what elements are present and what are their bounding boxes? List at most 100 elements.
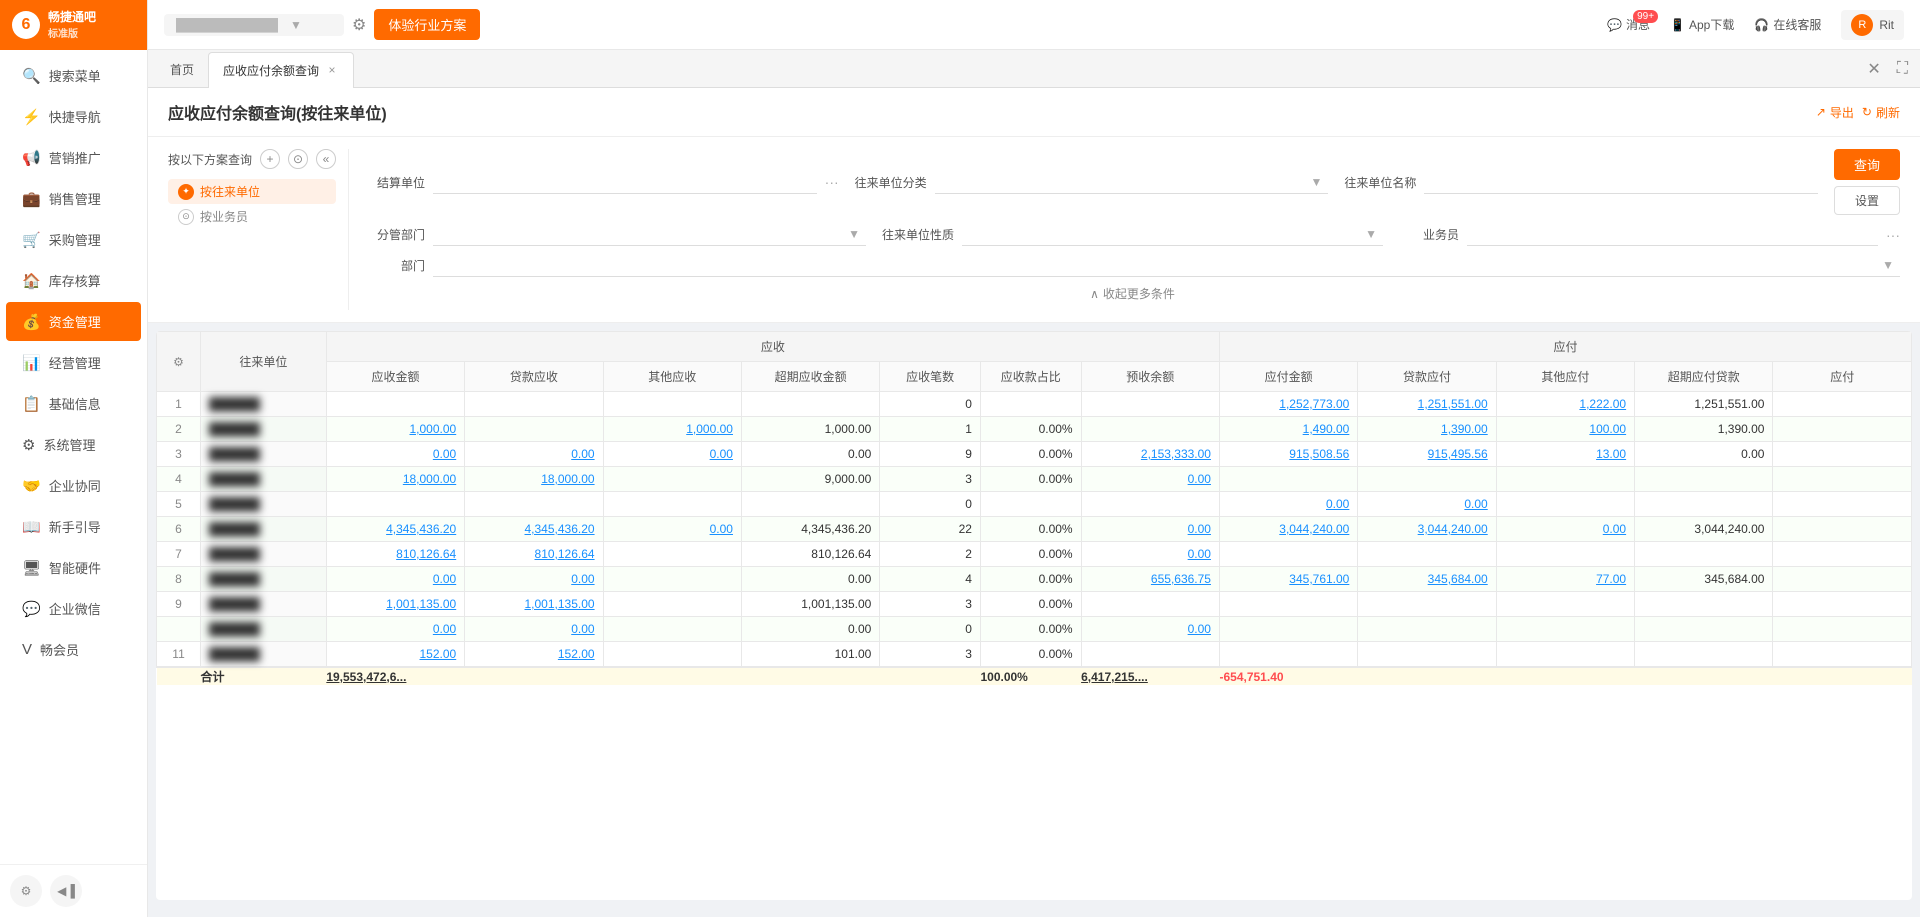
solution-button[interactable]: 体验行业方案 <box>374 9 480 40</box>
filter-jsdw-input[interactable] <box>433 171 817 194</box>
set-button[interactable]: 设置 <box>1834 186 1900 215</box>
table-sub-header: 应收金额 贷款应收 其他应收 超期应收金额 应收笔数 应收款占比 预收余额 应付… <box>157 362 1912 392</box>
filter-collapse-btn[interactable]: « <box>316 149 336 169</box>
sidebar-item-企业协同[interactable]: 🤝企业协同 <box>6 466 141 505</box>
row-ap-overdue: 0.00 <box>1635 442 1773 467</box>
salesman-icon: ⊙ <box>178 209 194 225</box>
filter-jsdw-dots[interactable]: ··· <box>825 174 839 190</box>
table-row: 8 ██████ 0.00 0.00 0.00 4 0.00% 655,636.… <box>157 567 1912 592</box>
sidebar-item-营销推广[interactable]: 📢营销推广 <box>6 138 141 177</box>
row-ap-amt <box>1219 542 1357 567</box>
row-ap-other: 77.00 <box>1496 567 1634 592</box>
row-ap-extra <box>1773 417 1912 442</box>
sidebar-collapse-btn[interactable]: ◀▐ <box>50 875 82 907</box>
tab-close-icon[interactable]: × <box>325 63 339 77</box>
row-ar-amt: 4,345,436.20 <box>326 517 464 542</box>
filter-fields: 结算单位 ··· 往来单位分类 ▼ 往来单位名称 <box>365 149 1900 310</box>
online-service-button[interactable]: 🎧 在线客服 <box>1754 16 1821 33</box>
row-ar-other: 0.00 <box>603 517 741 542</box>
row-advance <box>1081 592 1219 617</box>
sidebar-item-销售管理[interactable]: 💼销售管理 <box>6 179 141 218</box>
refresh-button[interactable]: ↻ 刷新 <box>1862 104 1900 121</box>
notice-button[interactable]: 💬 消息 99+ <box>1607 16 1650 33</box>
sidebar-item-系统管理[interactable]: ⚙系统管理 <box>6 425 141 464</box>
filter-set-icon-btn[interactable]: ⊙ <box>288 149 308 169</box>
app-logo-icon: 6 <box>12 11 40 39</box>
row-ar-amt: 1,001,135.00 <box>326 592 464 617</box>
row-partner: ██████ <box>201 567 327 592</box>
col-ap-loan: 贷款应付 <box>1358 362 1496 392</box>
sidebar-item-搜索菜单[interactable]: 🔍搜索菜单 <box>6 56 141 95</box>
tab-ar-query[interactable]: 应收应付余额查询 × <box>208 52 354 88</box>
filter-lwdwmc-input[interactable] <box>1424 171 1818 194</box>
row-partner: ██████ <box>201 442 327 467</box>
filter-add-btn[interactable]: + <box>260 149 280 169</box>
footer-advance[interactable]: 6,417,215.... <box>1081 667 1219 685</box>
sidebar-item-智能硬件[interactable]: 🖥智能硬件 <box>6 548 141 587</box>
footer-ap-other <box>1496 667 1634 685</box>
filter-ywy-dots[interactable]: ··· <box>1886 227 1900 243</box>
row-ar-ratio: 0.00% <box>980 617 1081 642</box>
filter-bm-select[interactable]: ▼ <box>433 254 1900 277</box>
filter-row-1: 结算单位 ··· 往来单位分类 ▼ 往来单位名称 <box>365 149 1900 215</box>
table-settings-icon[interactable]: ⚙ <box>170 353 188 371</box>
filter-lwdwfl: 往来单位分类 ▼ <box>855 171 1329 194</box>
filter-lwdwfl-select[interactable]: ▼ <box>935 171 1329 194</box>
row-ar-ratio <box>980 392 1081 417</box>
sidebar-item-基础信息[interactable]: 📋基础信息 <box>6 384 141 423</box>
row-ap-loan <box>1358 592 1496 617</box>
app-download-button[interactable]: 📱 App下载 <box>1670 16 1734 33</box>
sidebar-item-新手引导[interactable]: 📖新手引导 <box>6 507 141 546</box>
row-ar-count: 3 <box>880 592 981 617</box>
row-ap-other: 1,222.00 <box>1496 392 1634 417</box>
col-group-ar: 应收 <box>326 332 1219 362</box>
row-advance: 0.00 <box>1081 542 1219 567</box>
row-ap-amt <box>1219 642 1357 668</box>
row-partner: ██████ <box>201 517 327 542</box>
row-ap-loan <box>1358 467 1496 492</box>
row-no: 11 <box>157 642 201 668</box>
row-ap-amt <box>1219 617 1357 642</box>
topbar-gear-icon[interactable]: ⚙ <box>352 15 366 35</box>
sidebar-settings-btn[interactable]: ⚙ <box>10 875 42 907</box>
sidebar-item-企业微信[interactable]: 💬企业微信 <box>6 589 141 628</box>
row-ar-other <box>603 392 741 417</box>
export-button[interactable]: ↗ 导出 <box>1816 104 1854 121</box>
user-menu[interactable]: R Rit <box>1841 10 1904 40</box>
table-row: 3 ██████ 0.00 0.00 0.00 0.00 9 0.00% 2,1… <box>157 442 1912 467</box>
sidebar-item-经营管理[interactable]: 📊经营管理 <box>6 343 141 382</box>
table-body: 1 ██████ 0 1,252,773.00 1,251,551.00 1,2… <box>157 392 1912 668</box>
sidebar-item-采购管理[interactable]: 🛒采购管理 <box>6 220 141 259</box>
collapse-button[interactable]: ∧ 收起更多条件 <box>365 277 1900 310</box>
brand-chevron[interactable]: ▼ <box>290 18 302 32</box>
row-ar-other <box>603 492 741 517</box>
query-button[interactable]: 查询 <box>1834 149 1900 180</box>
tab-home-label: 首页 <box>170 61 194 78</box>
sidebar-item-畅会员[interactable]: V畅会员 <box>6 630 141 669</box>
row-ar-loan: 4,345,436.20 <box>465 517 603 542</box>
row-ap-extra <box>1773 442 1912 467</box>
sidebar-item-库存核算[interactable]: 🏠库存核算 <box>6 261 141 300</box>
footer-ar-amt[interactable]: 19,553,472,6... <box>326 667 464 685</box>
row-ar-overdue: 810,126.64 <box>741 542 879 567</box>
footer-empty <box>157 667 201 685</box>
filter-by-salesman[interactable]: ⊙ 按业务员 <box>168 204 336 229</box>
row-ar-loan: 0.00 <box>465 442 603 467</box>
tab-home[interactable]: 首页 <box>156 52 208 88</box>
tab-bar: 首页 应收应付余额查询 × ✕ ⛶ <box>148 50 1920 88</box>
filter-lwdwxz-select[interactable]: ▼ <box>962 223 1383 246</box>
filter-ywy-input[interactable] <box>1467 223 1878 246</box>
row-ap-overdue: 1,390.00 <box>1635 417 1773 442</box>
col-advance: 预收余额 <box>1081 362 1219 392</box>
row-ap-other <box>1496 467 1634 492</box>
tab-fullscreen-icon[interactable]: ⛶ <box>1893 56 1912 82</box>
filter-by-partner[interactable]: ✦ 按往来单位 <box>168 179 336 204</box>
row-no: 7 <box>157 542 201 567</box>
sidebar-item-资金管理[interactable]: 💰资金管理 <box>6 302 141 341</box>
tab-close-all-icon[interactable]: ✕ <box>1863 55 1884 83</box>
row-ar-ratio: 0.00% <box>980 592 1081 617</box>
footer-row: 合计 19,553,472,6... 100.00% 6,417,215....… <box>157 667 1912 685</box>
sidebar-item-快捷导航[interactable]: ⚡快捷导航 <box>6 97 141 136</box>
filter-fgbm-select[interactable]: ▼ <box>433 223 866 246</box>
row-ap-loan: 0.00 <box>1358 492 1496 517</box>
